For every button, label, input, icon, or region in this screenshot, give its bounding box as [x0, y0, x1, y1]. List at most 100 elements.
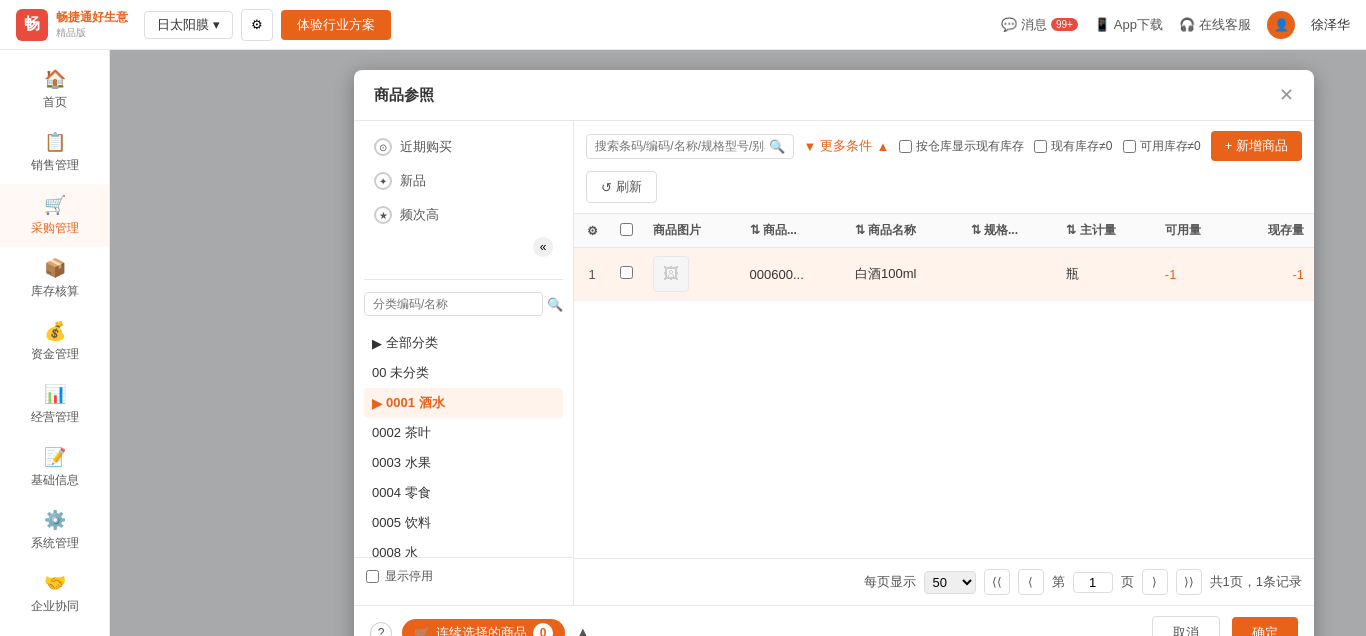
- search-icon[interactable]: 🔍: [547, 297, 563, 312]
- product-search-input[interactable]: [595, 139, 765, 153]
- sidebar-label-purchase: 采购管理: [31, 220, 79, 237]
- product-table: ⚙ 商品图片 ⇅ 商品... ⇅ 商品名称: [574, 214, 1314, 301]
- new-label: 新品: [400, 172, 426, 190]
- first-page-btn[interactable]: ⟨⟨: [984, 569, 1010, 595]
- footer-collapse-arrow[interactable]: ▲: [575, 624, 591, 636]
- category-liquor[interactable]: ▶ 0001 酒水: [364, 388, 563, 418]
- product-stock: -1: [1292, 267, 1304, 282]
- category-uncategorized-label: 00 未分类: [372, 364, 429, 382]
- page-input[interactable]: [1073, 572, 1113, 593]
- stock-by-warehouse-label[interactable]: 按仓库显示现有库存: [899, 138, 1024, 155]
- app-download-label: App下载: [1114, 16, 1163, 34]
- confirm-btn[interactable]: 确定: [1232, 617, 1298, 636]
- online-service-btn[interactable]: 🎧 在线客服: [1179, 16, 1251, 34]
- sidebar-item-home[interactable]: 🏠 首页: [0, 58, 109, 121]
- sidebar-item-enterprise[interactable]: 🤝 企业协同: [0, 562, 109, 625]
- product-code: 000600...: [750, 267, 804, 282]
- chevron-down-icon: ▾: [213, 17, 220, 32]
- left-panel: ⊙ 近期购买 ✦ 新品 ★ 频次高 «: [354, 121, 574, 605]
- category-all-label: 全部分类: [386, 334, 438, 352]
- help-icon[interactable]: ?: [370, 622, 392, 636]
- app-download-btn[interactable]: 📱 App下载: [1094, 16, 1163, 34]
- row-checkbox[interactable]: [620, 266, 633, 279]
- available-stock-label[interactable]: 可用库存≠0: [1123, 138, 1201, 155]
- next-page-btn[interactable]: ⟩: [1142, 569, 1168, 595]
- sidebar-item-sales[interactable]: 📋 销售管理: [0, 121, 109, 184]
- sort-icon-unit: ⇅: [1066, 223, 1076, 237]
- sidebar-item-finance[interactable]: 💰 资金管理: [0, 310, 109, 373]
- modal-footer: ? 🛒 连续选择的商品 0 ▲ 取消 确定: [354, 605, 1314, 636]
- col-spec[interactable]: ⇅ 规格...: [961, 214, 1057, 248]
- available-stock-checkbox[interactable]: [1123, 140, 1136, 153]
- cart-btn[interactable]: 🛒 连续选择的商品 0: [402, 619, 565, 636]
- sidebar-label-finance: 资金管理: [31, 346, 79, 363]
- category-all[interactable]: ▶ 全部分类: [364, 328, 563, 358]
- logo-sub: 精品版: [56, 26, 128, 40]
- modal-body: ⊙ 近期购买 ✦ 新品 ★ 频次高 «: [354, 121, 1314, 605]
- finance-icon: 💰: [44, 320, 66, 342]
- user-avatar[interactable]: 👤: [1267, 11, 1295, 39]
- stock-by-warehouse-checkbox[interactable]: [899, 140, 912, 153]
- basic-icon: 📝: [44, 446, 66, 468]
- current-stock-checkbox[interactable]: [1034, 140, 1047, 153]
- col-unit[interactable]: ⇅ 主计量: [1056, 214, 1155, 248]
- category-water[interactable]: 0008 水: [364, 538, 563, 557]
- category-beverage[interactable]: 0005 饮料: [364, 508, 563, 538]
- category-uncategorized[interactable]: 00 未分类: [364, 358, 563, 388]
- category-search-row: 🔍: [354, 286, 573, 322]
- sidebar-item-basic[interactable]: 📝 基础信息: [0, 436, 109, 499]
- product-reference-modal: 商品参照 ✕ ⊙ 近期购买 ✦ 新品: [354, 70, 1314, 636]
- page-label: 第: [1052, 573, 1065, 591]
- logo-text: 畅捷通好生意 精品版: [56, 9, 128, 40]
- modal-close-btn[interactable]: ✕: [1279, 84, 1294, 106]
- sort-icon: ⇅: [750, 223, 760, 237]
- col-name[interactable]: ⇅ 商品名称: [845, 214, 961, 248]
- purchase-icon: 🛒: [44, 194, 66, 216]
- filter-btn[interactable]: ▼ 更多条件 ▲: [804, 137, 890, 155]
- product-image: 🖼: [653, 256, 689, 292]
- online-service-label: 在线客服: [1199, 16, 1251, 34]
- prev-page-btn[interactable]: ⟨: [1018, 569, 1044, 595]
- sidebar-item-purchase[interactable]: 🛒 采购管理: [0, 184, 109, 247]
- col-stock: 现存量: [1234, 214, 1314, 248]
- new-icon: ✦: [374, 172, 392, 190]
- logo-label: 畅捷通好生意: [56, 9, 128, 26]
- messages-label: 消息: [1021, 16, 1047, 34]
- tab-new[interactable]: ✦ 新品: [364, 165, 563, 197]
- chevron-up-icon: ▲: [876, 139, 889, 154]
- filter-label: 更多条件: [820, 137, 872, 155]
- tab-frequent[interactable]: ★ 频次高: [364, 199, 563, 231]
- trial-btn[interactable]: 体验行业方案: [281, 10, 391, 40]
- add-product-btn[interactable]: + 新增商品: [1211, 131, 1302, 161]
- category-search-input[interactable]: [364, 292, 543, 316]
- left-sidebar: 🏠 首页 📋 销售管理 🛒 采购管理 📦 库存核算 💰 资金管理 📊 经营管理 …: [0, 50, 110, 636]
- category-fruit[interactable]: 0003 水果: [364, 448, 563, 478]
- col-code[interactable]: ⇅ 商品...: [740, 214, 845, 248]
- current-stock-label[interactable]: 现有库存≠0: [1034, 138, 1112, 155]
- collapse-btn[interactable]: «: [533, 237, 553, 257]
- sidebar-item-business[interactable]: 📊 经营管理: [0, 373, 109, 436]
- sidebar-item-guide[interactable]: 🎓 新手引导: [0, 625, 109, 636]
- last-page-btn[interactable]: ⟩⟩: [1176, 569, 1202, 595]
- select-all-checkbox[interactable]: [620, 223, 633, 236]
- logo-area: 畅 畅捷通好生意 精品版: [16, 9, 128, 41]
- tab-recent[interactable]: ⊙ 近期购买: [364, 131, 563, 163]
- business-icon: 📊: [44, 383, 66, 405]
- sidebar-item-inventory[interactable]: 📦 库存核算: [0, 247, 109, 310]
- store-selector[interactable]: 日太阳膜 ▾: [144, 11, 233, 39]
- show-disabled-checkbox[interactable]: [366, 570, 379, 583]
- toolbar: 🔍 ▼ 更多条件 ▲ 按仓库显示现有库存: [574, 121, 1314, 214]
- category-tea[interactable]: 0002 茶叶: [364, 418, 563, 448]
- sidebar-item-system[interactable]: ⚙️ 系统管理: [0, 499, 109, 562]
- refresh-btn[interactable]: ↺ 刷新: [586, 171, 657, 203]
- category-snack[interactable]: 0004 零食: [364, 478, 563, 508]
- category-snack-label: 0004 零食: [372, 484, 431, 502]
- settings-icon[interactable]: ⚙: [241, 9, 273, 41]
- nav-right: 💬 消息 99+ 📱 App下载 🎧 在线客服 👤 徐泽华: [1001, 11, 1350, 39]
- messages-btn[interactable]: 💬 消息 99+: [1001, 16, 1078, 34]
- refresh-icon: ↺: [601, 180, 612, 195]
- per-page-select[interactable]: 50 100 200: [924, 571, 976, 594]
- inventory-icon: 📦: [44, 257, 66, 279]
- col-settings[interactable]: ⚙: [574, 214, 610, 248]
- cancel-btn[interactable]: 取消: [1152, 616, 1220, 636]
